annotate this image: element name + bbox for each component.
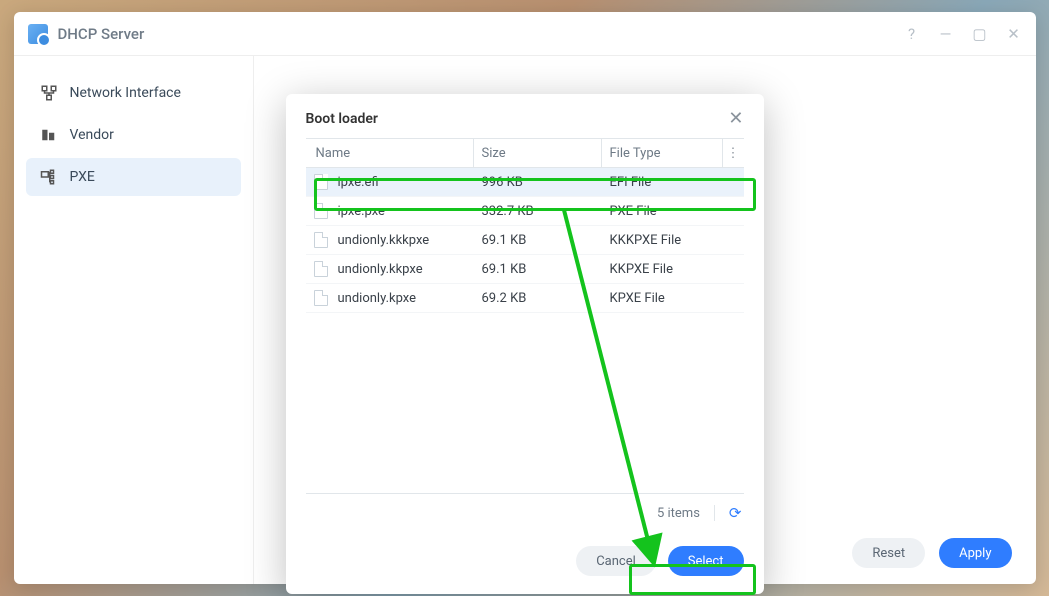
column-header-type[interactable]: File Type xyxy=(602,139,722,167)
refresh-icon[interactable]: ⟳ xyxy=(729,504,742,522)
modal-footer: Cancel Select xyxy=(286,546,764,594)
table-row[interactable]: ipxe.efi 996 KBEFI File xyxy=(306,168,744,197)
file-size: 69.2 KB xyxy=(474,291,602,306)
column-header-name[interactable]: Name xyxy=(306,139,474,167)
file-size: 69.1 KB xyxy=(474,262,602,277)
file-list: ipxe.efi 996 KBEFI File ipxe.pxe 332.7 KBPX… xyxy=(306,168,744,493)
file-type: KPXE File xyxy=(602,291,744,306)
file-type: KKKPXE File xyxy=(602,233,744,248)
close-icon[interactable]: ✕ xyxy=(728,110,743,128)
file-name: undionly.kkkpxe xyxy=(338,233,430,248)
file-size: 996 KB xyxy=(474,175,602,190)
file-size: 332.7 KB xyxy=(474,204,602,219)
divider xyxy=(714,505,715,521)
file-type: PXE File xyxy=(602,204,744,219)
item-count: 5 items xyxy=(657,506,700,521)
titlebar: DHCP Server ? — ▢ ✕ xyxy=(14,12,1036,56)
file-icon xyxy=(314,203,328,219)
table-row[interactable]: undionly.kkpxe 69.1 KBKKPXE File xyxy=(306,255,744,284)
boot-loader-modal: Boot loader ✕ Name Size File Type ⋮ ipxe… xyxy=(286,94,764,594)
select-button[interactable]: Select xyxy=(668,546,744,576)
modal-title: Boot loader xyxy=(306,111,378,127)
file-icon xyxy=(314,290,328,306)
modal-body: Name Size File Type ⋮ ipxe.efi 996 KBEFI … xyxy=(286,138,764,546)
app-title: DHCP Server xyxy=(58,25,145,43)
file-name: undionly.kpxe xyxy=(338,291,417,306)
close-window-icon[interactable]: ✕ xyxy=(1006,26,1022,42)
table-footer: 5 items ⟳ xyxy=(306,493,744,536)
file-size: 69.1 KB xyxy=(474,233,602,248)
minimize-icon[interactable]: — xyxy=(938,26,954,42)
file-icon xyxy=(314,174,328,190)
file-name: ipxe.efi xyxy=(338,175,379,190)
table-row[interactable]: undionly.kkkpxe 69.1 KBKKKPXE File xyxy=(306,226,744,255)
app-icon xyxy=(28,24,48,44)
app-window: DHCP Server ? — ▢ ✕ Network Interface Ve… xyxy=(14,12,1036,584)
window-controls: ? — ▢ ✕ xyxy=(904,26,1022,42)
maximize-icon[interactable]: ▢ xyxy=(972,26,988,42)
file-type: KKPXE File xyxy=(602,262,744,277)
table-header: Name Size File Type ⋮ xyxy=(306,138,744,168)
file-icon xyxy=(314,232,328,248)
file-name: undionly.kkpxe xyxy=(338,262,423,277)
column-header-size[interactable]: Size xyxy=(474,139,602,167)
modal-header: Boot loader ✕ xyxy=(286,94,764,138)
help-icon[interactable]: ? xyxy=(904,26,920,42)
column-menu-icon[interactable]: ⋮ xyxy=(722,139,744,167)
cancel-button[interactable]: Cancel xyxy=(576,546,656,576)
table-row[interactable]: undionly.kpxe 69.2 KBKPXE File xyxy=(306,284,744,313)
window-body: Network Interface Vendor PXE Reset Apply xyxy=(14,56,1036,584)
file-type: EFI File xyxy=(602,175,744,190)
file-icon xyxy=(314,261,328,277)
modal-backdrop: Boot loader ✕ Name Size File Type ⋮ ipxe… xyxy=(14,56,1036,584)
file-name: ipxe.pxe xyxy=(338,204,385,219)
table-row[interactable]: ipxe.pxe 332.7 KBPXE File xyxy=(306,197,744,226)
